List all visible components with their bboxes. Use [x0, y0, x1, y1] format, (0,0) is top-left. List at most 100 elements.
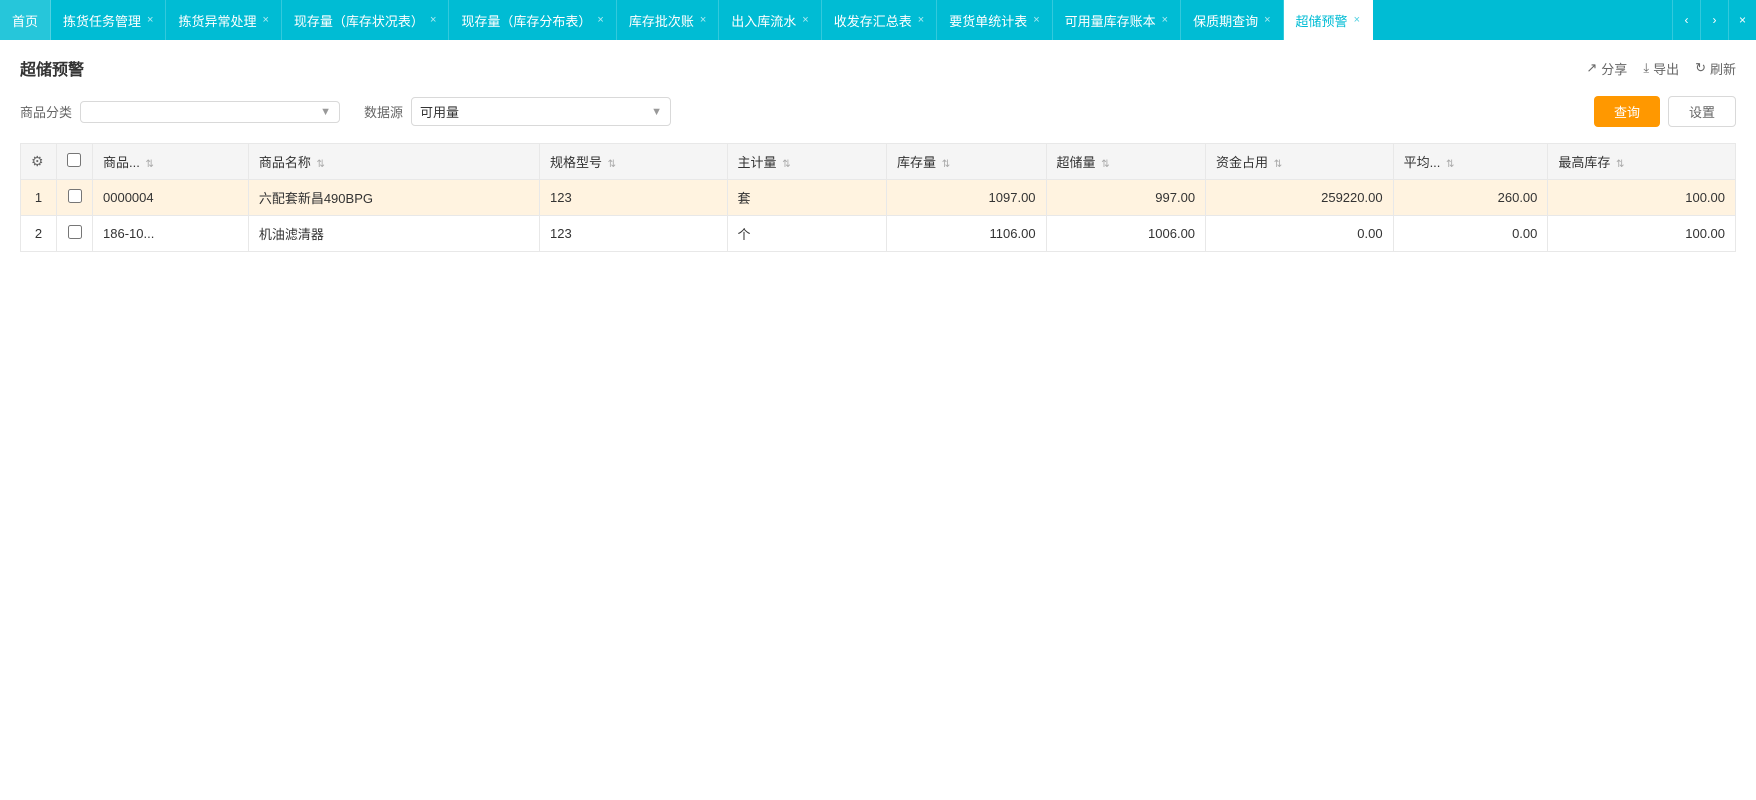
- nav-arrow-right[interactable]: ›: [1700, 0, 1728, 40]
- col-stock[interactable]: 库存量 ⇅: [887, 144, 1047, 180]
- datasource-select[interactable]: 可用量 ▼: [411, 97, 671, 126]
- close-available-stock-icon[interactable]: ×: [1162, 14, 1168, 26]
- row-avg-1: 0.00: [1393, 216, 1548, 252]
- col-unit-label: 主计量: [738, 155, 777, 170]
- share-button[interactable]: ↗ 分享: [1586, 59, 1627, 78]
- close-collect-summary-icon[interactable]: ×: [918, 14, 924, 26]
- close-pick-task-icon[interactable]: ×: [147, 14, 153, 26]
- category-chevron-icon: ▼: [320, 106, 331, 118]
- col-maxstock[interactable]: 最高库存 ⇅: [1548, 144, 1736, 180]
- nav-arrow-left[interactable]: ‹: [1672, 0, 1700, 40]
- nav-stock-status[interactable]: 现存量（库存状况表） ×: [282, 0, 449, 40]
- close-order-stats-icon[interactable]: ×: [1033, 14, 1039, 26]
- col-name[interactable]: 商品名称 ⇅: [248, 144, 539, 180]
- row-name-1: 机油滤清器: [248, 216, 539, 252]
- col-excess[interactable]: 超储量 ⇅: [1046, 144, 1206, 180]
- refresh-icon: ↻: [1695, 60, 1706, 76]
- datasource-select-text: 可用量: [420, 102, 459, 121]
- table-row: 2 186-10... 机油滤清器 123 个 1106.00 1006.00 …: [21, 216, 1736, 252]
- select-all-checkbox[interactable]: [67, 153, 81, 167]
- nav-pick-exception[interactable]: 拣货异常处理 ×: [166, 0, 281, 40]
- col-id[interactable]: 商品... ⇅: [93, 144, 249, 180]
- col-capital-sort-icon: ⇅: [1274, 159, 1282, 170]
- share-label: 分享: [1601, 59, 1627, 78]
- col-maxstock-sort-icon: ⇅: [1616, 159, 1624, 170]
- row-index-1: 2: [21, 216, 57, 252]
- col-avg-sort-icon: ⇅: [1446, 159, 1454, 170]
- row-unit-1: 个: [727, 216, 887, 252]
- table-row: 1 0000004 六配套新昌490BPG 123 套 1097.00 997.…: [21, 180, 1736, 216]
- nav-expiry-query-label: 保质期查询: [1193, 11, 1258, 30]
- nav-expiry-query[interactable]: 保质期查询 ×: [1181, 0, 1283, 40]
- col-unit[interactable]: 主计量 ⇅: [727, 144, 887, 180]
- row-id-1: 186-10...: [93, 216, 249, 252]
- close-inout-flow-icon[interactable]: ×: [802, 14, 808, 26]
- col-spec[interactable]: 规格型号 ⇅: [540, 144, 728, 180]
- col-stock-sort-icon: ⇅: [942, 159, 950, 170]
- category-select[interactable]: ▼: [80, 101, 340, 123]
- row-index-0: 1: [21, 180, 57, 216]
- nav-home[interactable]: 首页: [0, 0, 51, 40]
- col-excess-label: 超储量: [1057, 155, 1096, 170]
- nav-order-stats[interactable]: 要货单统计表 ×: [937, 0, 1052, 40]
- row-stock-1: 1106.00: [887, 216, 1047, 252]
- row-name-0: 六配套新昌490BPG: [248, 180, 539, 216]
- row-checkbox-cell-0[interactable]: [57, 180, 93, 216]
- page-actions: ↗ 分享 ⤓ 导出 ↻ 刷新: [1586, 59, 1736, 78]
- close-batch-account-icon[interactable]: ×: [700, 14, 706, 26]
- query-button[interactable]: 查询: [1594, 96, 1660, 127]
- close-expiry-query-icon[interactable]: ×: [1264, 14, 1270, 26]
- col-spec-sort-icon: ⇅: [608, 159, 616, 170]
- close-stock-dist-icon[interactable]: ×: [597, 14, 603, 26]
- nav-batch-account-label: 库存批次账: [629, 11, 694, 30]
- nav-stock-dist[interactable]: 现存量（库存分布表） ×: [449, 0, 616, 40]
- nav-overstock-alert[interactable]: 超储预警 ×: [1284, 0, 1373, 40]
- col-avg-label: 平均...: [1404, 155, 1441, 170]
- category-label: 商品分类: [20, 102, 72, 121]
- row-spec-0: 123: [540, 180, 728, 216]
- datasource-filter-group: 数据源 可用量 ▼: [364, 97, 671, 126]
- gear-icon[interactable]: ⚙: [31, 153, 44, 169]
- col-capital[interactable]: 资金占用 ⇅: [1206, 144, 1394, 180]
- col-avg[interactable]: 平均... ⇅: [1393, 144, 1548, 180]
- close-stock-status-icon[interactable]: ×: [430, 14, 436, 26]
- export-button[interactable]: ⤓ 导出: [1643, 59, 1679, 78]
- nav-pick-task[interactable]: 拣货任务管理 ×: [51, 0, 166, 40]
- nav-batch-account[interactable]: 库存批次账 ×: [617, 0, 719, 40]
- row-maxstock-0: 100.00: [1548, 180, 1736, 216]
- table-header-row: ⚙ 商品... ⇅ 商品名称 ⇅ 规格型号 ⇅ 主计量: [21, 144, 1736, 180]
- row-checkbox-1[interactable]: [68, 225, 82, 239]
- nav-available-stock[interactable]: 可用量库存账本 ×: [1053, 0, 1181, 40]
- row-capital-0: 259220.00: [1206, 180, 1394, 216]
- row-id-0: 0000004: [93, 180, 249, 216]
- row-checkbox-cell-1[interactable]: [57, 216, 93, 252]
- top-navigation: 首页 拣货任务管理 × 拣货异常处理 × 现存量（库存状况表） × 现存量（库存…: [0, 0, 1756, 40]
- refresh-button[interactable]: ↻ 刷新: [1695, 59, 1736, 78]
- col-spec-label: 规格型号: [550, 155, 602, 170]
- page-header: 超储预警 ↗ 分享 ⤓ 导出 ↻ 刷新: [20, 56, 1736, 80]
- nav-order-stats-label: 要货单统计表: [949, 11, 1027, 30]
- nav-home-label: 首页: [12, 11, 38, 30]
- nav-inout-flow[interactable]: 出入库流水 ×: [719, 0, 821, 40]
- col-excess-sort-icon: ⇅: [1101, 159, 1109, 170]
- filter-buttons: 查询 设置: [1594, 96, 1736, 127]
- nav-stock-dist-label: 现存量（库存分布表）: [461, 11, 591, 30]
- refresh-label: 刷新: [1710, 59, 1736, 78]
- nav-available-stock-label: 可用量库存账本: [1065, 11, 1156, 30]
- nav-arrow-close[interactable]: ×: [1728, 0, 1756, 40]
- close-overstock-alert-icon[interactable]: ×: [1354, 14, 1360, 26]
- nav-collect-summary-label: 收发存汇总表: [834, 11, 912, 30]
- row-capital-1: 0.00: [1206, 216, 1394, 252]
- nav-collect-summary[interactable]: 收发存汇总表 ×: [822, 0, 937, 40]
- col-checkbox: [57, 144, 93, 180]
- col-maxstock-label: 最高库存: [1558, 155, 1610, 170]
- col-stock-label: 库存量: [897, 155, 936, 170]
- data-table: ⚙ 商品... ⇅ 商品名称 ⇅ 规格型号 ⇅ 主计量: [20, 143, 1736, 252]
- settings-button[interactable]: 设置: [1668, 96, 1736, 127]
- nav-inout-flow-label: 出入库流水: [731, 11, 796, 30]
- close-pick-exception-icon[interactable]: ×: [262, 14, 268, 26]
- col-name-label: 商品名称: [259, 155, 311, 170]
- filter-row: 商品分类 ▼ 数据源 可用量 ▼ 查询 设置: [20, 96, 1736, 127]
- main-content: 超储预警 ↗ 分享 ⤓ 导出 ↻ 刷新 商品分类 ▼ 数据源: [0, 40, 1756, 800]
- row-checkbox-0[interactable]: [68, 189, 82, 203]
